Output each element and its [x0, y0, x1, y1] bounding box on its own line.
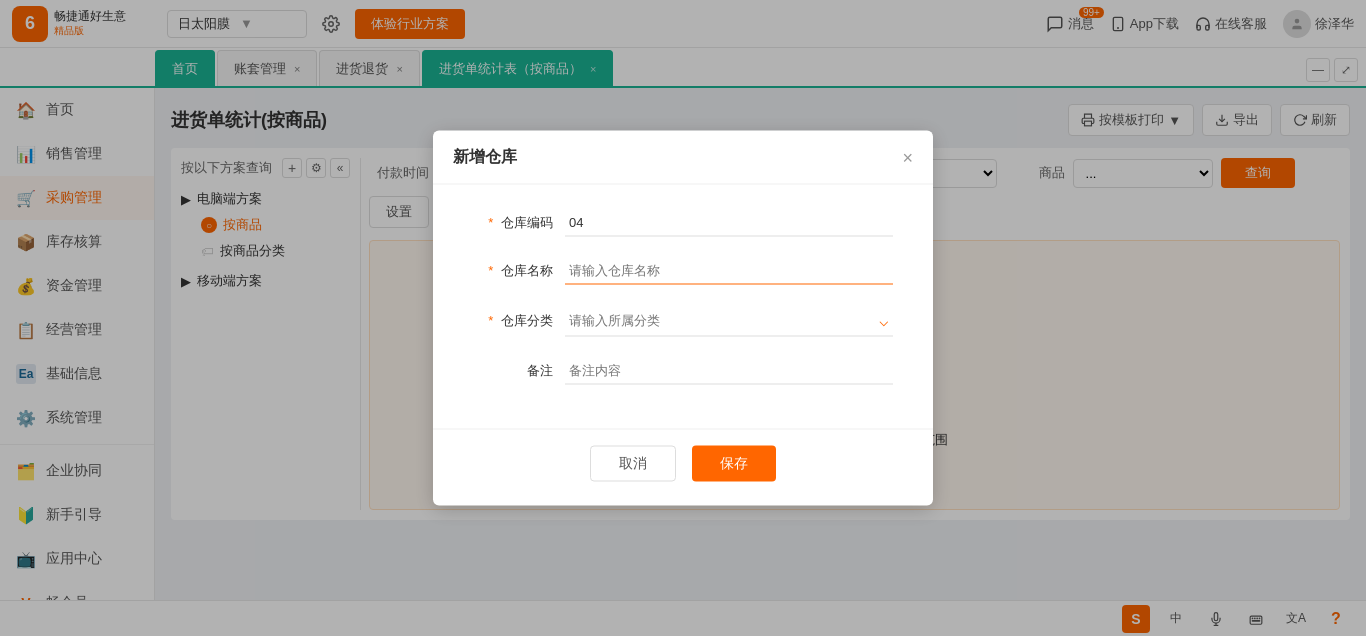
warehouse-code-input[interactable] [565, 209, 893, 237]
dialog-title: 新增仓库 [453, 147, 517, 168]
dialog-close-button[interactable]: × [902, 148, 913, 166]
dialog-footer: 取消 保存 [433, 429, 933, 506]
warehouse-note-label: 备注 [473, 362, 553, 380]
warehouse-code-row: * 仓库编码 [473, 209, 893, 237]
warehouse-name-row: * 仓库名称 [473, 257, 893, 285]
dialog-header: 新增仓库 × [433, 131, 933, 185]
warehouse-name-label: * 仓库名称 [473, 262, 553, 280]
warehouse-name-input[interactable] [565, 257, 893, 285]
category-dropdown-arrow: ⌵ [879, 311, 889, 330]
warehouse-category-row: * 仓库分类 ⌵ [473, 305, 893, 337]
dialog-body: * 仓库编码 * 仓库名称 * 仓库分类 ⌵ 备注 [433, 185, 933, 429]
add-warehouse-dialog: 新增仓库 × * 仓库编码 * 仓库名称 * 仓库分类 ⌵ [433, 131, 933, 506]
save-button[interactable]: 保存 [692, 446, 776, 482]
warehouse-category-select[interactable]: ⌵ [565, 305, 893, 337]
cancel-button[interactable]: 取消 [590, 446, 676, 482]
warehouse-note-input[interactable] [565, 357, 893, 385]
warehouse-note-row: 备注 [473, 357, 893, 385]
warehouse-category-label: * 仓库分类 [473, 312, 553, 330]
warehouse-category-input[interactable] [569, 313, 879, 328]
warehouse-code-label: * 仓库编码 [473, 214, 553, 232]
